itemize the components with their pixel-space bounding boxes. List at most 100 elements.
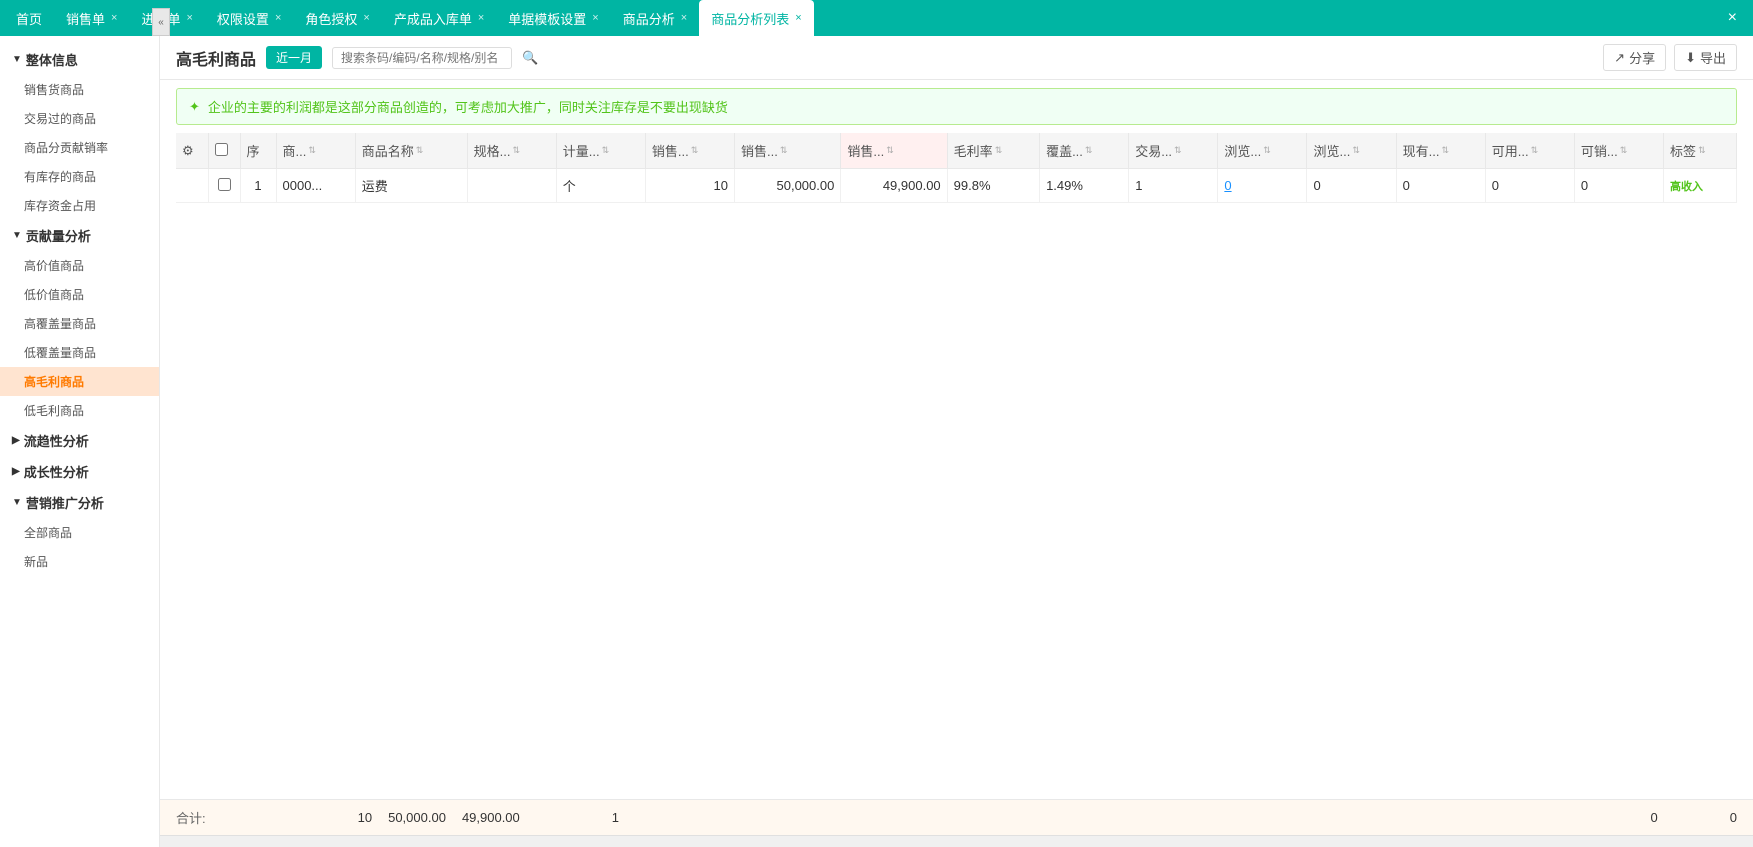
top-nav: 首页 销售单 × 进货单 × 权限设置 × 角色授权 × 产成品入库单 × 单据… — [0, 0, 1753, 36]
col-view1[interactable]: 浏览... ⇅ — [1218, 133, 1307, 169]
row-checkbox[interactable] — [218, 178, 231, 191]
search-icon[interactable]: 🔍 — [522, 50, 538, 66]
sidebar-group-overall[interactable]: ▼ 整体信息 — [0, 44, 159, 75]
col-checkbox — [208, 133, 240, 169]
col-sales-profit[interactable]: 销售... ⇅ — [841, 133, 947, 169]
horizontal-scrollbar[interactable] — [160, 835, 1753, 847]
col-sales-qty[interactable]: 销售... ⇅ — [645, 133, 734, 169]
content-area: 高毛利商品 近一月 🔍 ↗ 分享 ⬇ 导出 ✦ 企业的主要的利润都是这部分商品创… — [160, 36, 1753, 847]
cell-sales-profit: 49,900.00 — [841, 169, 947, 203]
sidebar-item-high-coverage[interactable]: 高覆盖量商品 — [0, 309, 159, 338]
col-view2[interactable]: 浏览... ⇅ — [1307, 133, 1396, 169]
sidebar-item-high-margin[interactable]: 高毛利商品 — [0, 367, 159, 396]
chevron-down-icon: ▼ — [12, 54, 22, 65]
col-tag[interactable]: 标签 ⇅ — [1664, 133, 1737, 169]
sort-icon: ⇅ — [602, 145, 610, 156]
filter-button[interactable]: 近一月 — [266, 46, 322, 69]
cell-gross-margin: 99.8% — [947, 169, 1039, 203]
table-row: 1 0000... 运费 个 10 50,000.00 49,900.00 99… — [176, 169, 1737, 203]
sort-icon: ⇅ — [691, 145, 699, 156]
sidebar-item-traded-goods[interactable]: 交易过的商品 — [0, 104, 159, 133]
nav-tab-sales[interactable]: 销售单 × — [54, 0, 129, 36]
sort-icon: ⇅ — [1441, 145, 1449, 156]
sort-icon: ⇅ — [416, 145, 424, 156]
close-icon[interactable]: × — [363, 12, 369, 24]
cell-settings — [176, 169, 208, 203]
chevron-down-icon: ▼ — [12, 230, 22, 241]
page-title: 高毛利商品 — [176, 46, 256, 70]
close-icon[interactable]: × — [478, 12, 484, 24]
cell-name: 运费 — [355, 169, 467, 203]
chevron-right-icon: ▶ — [12, 435, 20, 446]
sidebar-item-low-value[interactable]: 低价值商品 — [0, 280, 159, 309]
export-icon: ⬇ — [1685, 50, 1696, 66]
nav-tab-home[interactable]: 首页 — [4, 0, 54, 36]
sidebar-item-low-margin[interactable]: 低毛利商品 — [0, 396, 159, 425]
nav-tab-analysis-list[interactable]: 商品分析列表 × — [699, 0, 813, 36]
info-text: 企业的主要的利润都是这部分商品创造的，可考虑加大推广，同时关注库存是不要出现缺货 — [208, 97, 728, 116]
col-settings[interactable]: ⚙ — [176, 133, 208, 169]
sidebar-group-marketing[interactable]: ▼ 营销推广分析 — [0, 487, 159, 518]
col-current-stock[interactable]: 现有... ⇅ — [1396, 133, 1485, 169]
table-container: ⚙ 序 商... ⇅ 商品名称 ⇅ — [160, 133, 1753, 799]
select-all-checkbox[interactable] — [215, 143, 228, 156]
nav-tab-analysis[interactable]: 商品分析 × — [611, 0, 699, 36]
col-available-stock[interactable]: 可用... ⇅ — [1485, 133, 1574, 169]
sort-icon: ⇅ — [1531, 145, 1539, 156]
col-code[interactable]: 商... ⇅ — [276, 133, 355, 169]
close-icon[interactable]: × — [275, 12, 281, 24]
sidebar-group-growth[interactable]: ▶ 成长性分析 — [0, 456, 159, 487]
share-button[interactable]: ↗ 分享 — [1603, 44, 1666, 71]
header-actions: ↗ 分享 ⬇ 导出 — [1603, 44, 1737, 71]
col-trade[interactable]: 交易... ⇅ — [1129, 133, 1218, 169]
col-sales-amount[interactable]: 销售... ⇅ — [735, 133, 841, 169]
close-icon[interactable]: × — [111, 12, 117, 24]
info-icon: ✦ — [189, 99, 200, 115]
close-icon[interactable]: × — [186, 12, 192, 24]
cell-available-stock: 0 — [1485, 169, 1574, 203]
sidebar-item-low-coverage[interactable]: 低覆盖量商品 — [0, 338, 159, 367]
sidebar-item-contribution-rate[interactable]: 商品分贡献销率 — [0, 133, 159, 162]
sidebar-group-contribution[interactable]: ▼ 贡献量分析 — [0, 220, 159, 251]
close-icon[interactable]: × — [592, 12, 598, 24]
sort-icon: ⇅ — [780, 145, 788, 156]
close-icon[interactable]: × — [681, 12, 687, 24]
cell-sales-qty: 10 — [645, 169, 734, 203]
cell-view1[interactable]: 0 — [1218, 169, 1307, 203]
cell-checkbox[interactable] — [208, 169, 240, 203]
nav-tab-product-entry[interactable]: 产成品入库单 × — [382, 0, 496, 36]
sort-icon: ⇅ — [1620, 145, 1628, 156]
sort-icon: ⇅ — [886, 145, 894, 156]
sidebar-item-all-goods[interactable]: 全部商品 — [0, 518, 159, 547]
sort-icon: ⇅ — [1174, 145, 1182, 156]
search-input[interactable] — [332, 47, 512, 69]
cell-code: 0000... — [276, 169, 355, 203]
col-gross-margin[interactable]: 毛利率 ⇅ — [947, 133, 1039, 169]
col-seq: 序 — [240, 133, 276, 169]
footer-sales-amount: 50,000.00 — [388, 810, 446, 825]
sidebar-item-high-value[interactable]: 高价值商品 — [0, 251, 159, 280]
close-icon[interactable]: × — [795, 12, 801, 24]
col-unit[interactable]: 计量... ⇅ — [556, 133, 645, 169]
col-sellable-stock[interactable]: 可销... ⇅ — [1574, 133, 1663, 169]
export-button[interactable]: ⬇ 导出 — [1674, 44, 1737, 71]
cell-coverage: 1.49% — [1040, 169, 1129, 203]
sidebar-group-trend[interactable]: ▶ 流趋性分析 — [0, 425, 159, 456]
col-coverage[interactable]: 覆盖... ⇅ — [1040, 133, 1129, 169]
nav-tab-template[interactable]: 单据模板设置 × — [496, 0, 610, 36]
table-header-row: ⚙ 序 商... ⇅ 商品名称 ⇅ — [176, 133, 1737, 169]
footer-sellable-stock: 0 — [1730, 810, 1737, 825]
col-name[interactable]: 商品名称 ⇅ — [355, 133, 467, 169]
col-spec[interactable]: 规格... ⇅ — [467, 133, 556, 169]
nav-tab-permissions[interactable]: 权限设置 × — [205, 0, 293, 36]
window-close-button[interactable]: × — [1716, 9, 1749, 27]
sidebar-item-sales-goods[interactable]: 销售货商品 — [0, 75, 159, 104]
info-banner: ✦ 企业的主要的利润都是这部分商品创造的，可考虑加大推广，同时关注库存是不要出现… — [176, 88, 1737, 125]
cell-sales-amount: 50,000.00 — [735, 169, 841, 203]
sidebar-item-capital[interactable]: 库存资金占用 — [0, 191, 159, 220]
nav-tab-roles[interactable]: 角色授权 × — [293, 0, 381, 36]
sidebar-item-stock-goods[interactable]: 有库存的商品 — [0, 162, 159, 191]
sort-icon: ⇅ — [1263, 145, 1271, 156]
sidebar-item-new-goods[interactable]: 新品 — [0, 547, 159, 576]
cell-spec — [467, 169, 556, 203]
